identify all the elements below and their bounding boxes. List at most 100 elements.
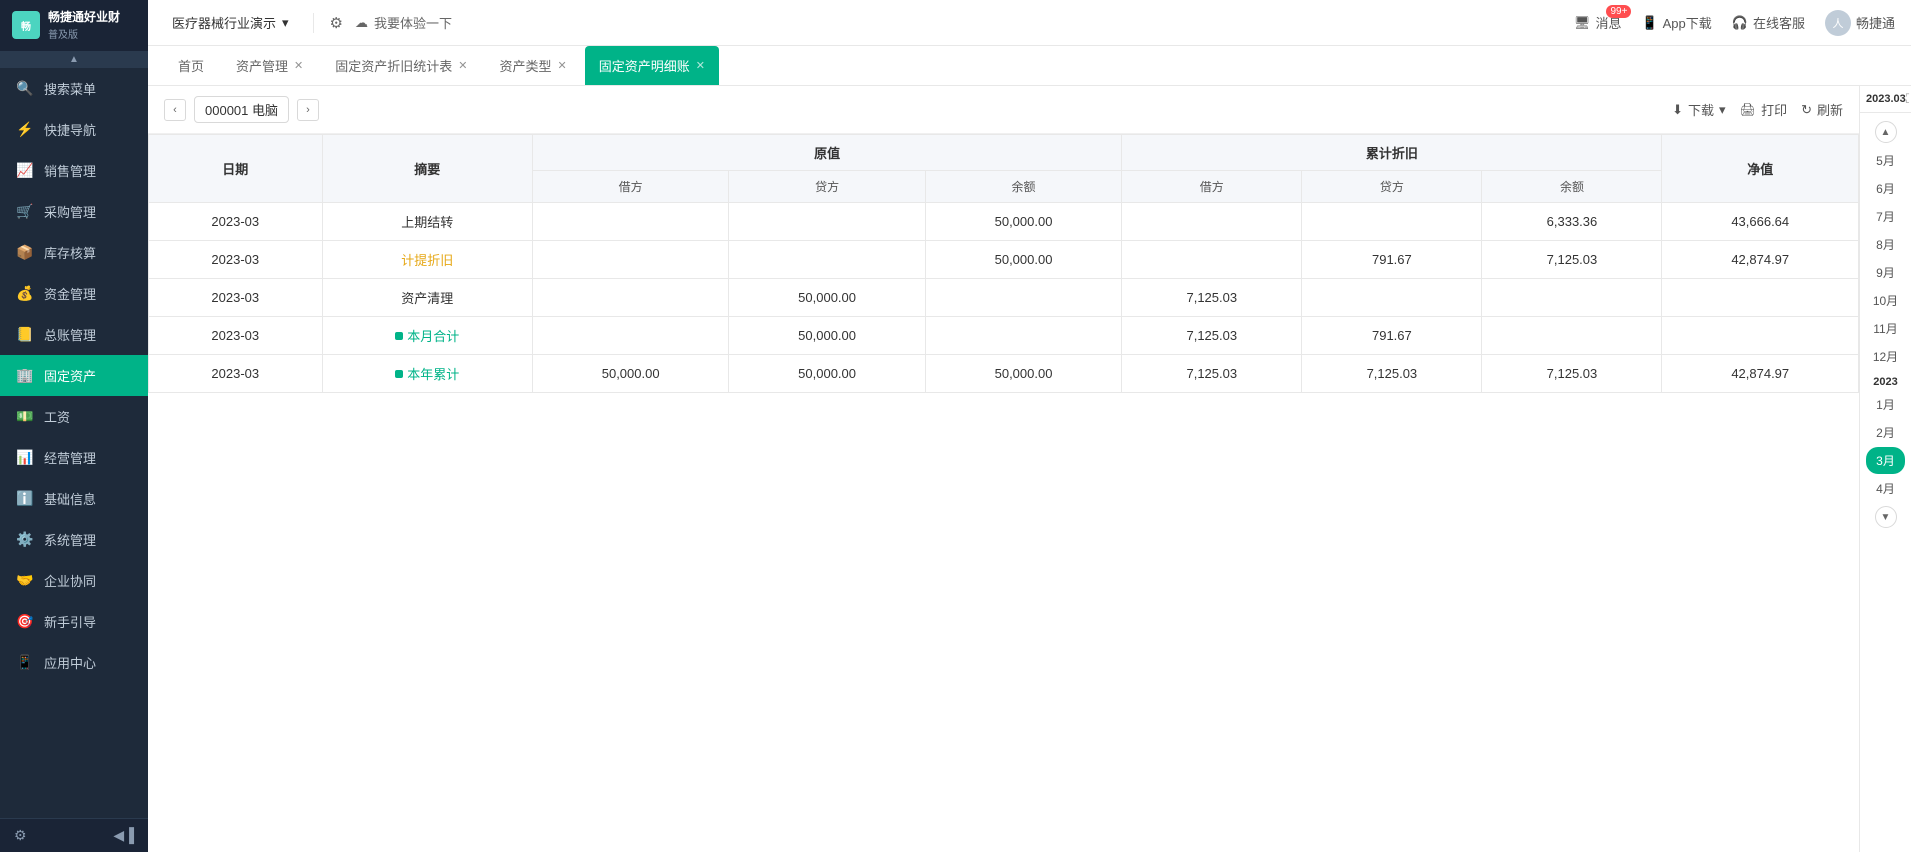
experience-label: 我要体验一下 <box>374 13 452 32</box>
notification-btn[interactable]: 🖥 消息 99+ <box>1574 13 1622 32</box>
cell-date-2: 2023-03 <box>149 279 323 317</box>
operations-icon: 📊 <box>16 448 34 466</box>
cell-accum-balance-0: 6,333.36 <box>1482 203 1662 241</box>
print-btn[interactable]: 🖨 打印 <box>1740 100 1788 119</box>
cell-accum-debit-2: 7,125.03 <box>1122 279 1302 317</box>
prev-asset-btn[interactable]: ‹ <box>164 99 186 121</box>
tab-asset-type[interactable]: 资产类型✕ <box>485 46 580 85</box>
tab-close-depreciation-table[interactable]: ✕ <box>458 59 467 72</box>
cell-orig-credit-0 <box>729 203 925 241</box>
user-menu[interactable]: 人 畅捷通 <box>1825 10 1895 36</box>
refresh-btn[interactable]: ↻ 刷新 <box>1801 100 1843 119</box>
download-toolbar-btn[interactable]: ⬇ 下载 ▾ <box>1672 100 1725 119</box>
sidebar-item-purchase[interactable]: 🛒 采购管理 <box>0 191 148 232</box>
tab-close-asset-type[interactable]: ✕ <box>558 59 567 72</box>
tab-close-asset-detail[interactable]: ✕ <box>696 59 705 72</box>
cell-summary-3: 本月合计 <box>322 317 532 355</box>
tab-asset-detail[interactable]: 固定资产明细账✕ <box>585 46 719 85</box>
sidebar-label-system: 系统管理 <box>44 530 96 549</box>
asset-code-badge: 000001 电脑 <box>194 96 289 123</box>
sidebar-item-basic-info[interactable]: ℹ️ 基础信息 <box>0 478 148 519</box>
cell-summary-2: 资产清理 <box>322 279 532 317</box>
cell-date-0: 2023-03 <box>149 203 323 241</box>
notification-badge: 99+ <box>1606 5 1631 18</box>
sidebar-label-sales: 销售管理 <box>44 161 96 180</box>
header-date: 日期 <box>149 135 323 203</box>
timeline-month-2月[interactable]: 2月 <box>1866 419 1905 446</box>
download-btn[interactable]: 📱 App下载 <box>1641 13 1711 32</box>
sidebar-item-sales[interactable]: 📈 销售管理 <box>0 150 148 191</box>
cell-orig-credit-3: 50,000.00 <box>729 317 925 355</box>
next-asset-btn[interactable]: › <box>297 99 319 121</box>
cell-summary-1[interactable]: 计提折旧 <box>322 241 532 279</box>
sidebar-item-collab[interactable]: 🤝 企业协同 <box>0 560 148 601</box>
settings-icon[interactable]: ⚙ <box>14 827 27 844</box>
timeline-month-3月[interactable]: 3月 <box>1866 447 1905 474</box>
avatar: 人 <box>1825 10 1851 36</box>
sidebar-label-search: 搜索菜单 <box>44 79 96 98</box>
timeline-nav-up[interactable]: ▲ <box>1875 121 1897 143</box>
sidebar-item-system[interactable]: ⚙️ 系统管理 <box>0 519 148 560</box>
subheader-orig-balance: 余额 <box>925 171 1121 203</box>
timeline-expand-icon[interactable]: ⛶ <box>1906 91 1911 107</box>
cell-orig-debit-1 <box>532 241 728 279</box>
notification-icon: 🖥 <box>1574 15 1591 31</box>
settings-icon[interactable]: ⚙ <box>330 14 343 32</box>
timeline-month-6月[interactable]: 6月 <box>1866 175 1905 202</box>
cell-net-value-3 <box>1662 317 1859 355</box>
tab-label-asset-mgmt: 资产管理 <box>236 56 288 75</box>
tab-home[interactable]: 首页 <box>164 46 218 85</box>
company-selector[interactable]: 医疗器械行业演示 ▾ <box>164 9 297 36</box>
sidebar-item-operations[interactable]: 📊 经营管理 <box>0 437 148 478</box>
timeline-month-4月[interactable]: 4月 <box>1866 475 1905 502</box>
table-row: 2023-03 本年累计 50,000.00 50,000.00 50,000.… <box>149 355 1859 393</box>
sidebar-item-general-ledger[interactable]: 📒 总账管理 <box>0 314 148 355</box>
company-name: 医疗器械行业演示 <box>172 13 276 32</box>
sidebar-scroll-up[interactable]: ▲ <box>0 51 148 68</box>
cell-orig-balance-3 <box>925 317 1121 355</box>
sidebar-item-payroll[interactable]: 💵 工资 <box>0 396 148 437</box>
experience-icon: ☁ <box>355 15 368 31</box>
table-row: 2023-03 资产清理 50,000.00 7,125.03 <box>149 279 1859 317</box>
sidebar-item-search[interactable]: 🔍 搜索菜单 <box>0 68 148 109</box>
tab-close-asset-mgmt[interactable]: ✕ <box>294 59 303 72</box>
data-table: 日期 摘要 原值 累计折旧 净值 借方 贷方 余额 借方 贷方 余额 <box>148 134 1859 393</box>
sidebar-item-quick-nav[interactable]: ⚡ 快捷导航 <box>0 109 148 150</box>
timeline-month-11月[interactable]: 11月 <box>1866 315 1905 342</box>
cell-accum-balance-4: 7,125.03 <box>1482 355 1662 393</box>
customer-service-btn[interactable]: 🎧 在线客服 <box>1732 13 1805 32</box>
sidebar-item-fixed-assets[interactable]: 🏢 固定资产 <box>0 355 148 396</box>
timeline-month-5月[interactable]: 5月 <box>1866 147 1905 174</box>
sidebar: 畅 畅捷通好业财 普及版 ▲ 🔍 搜索菜单 ⚡ 快捷导航 📈 销售管理 🛒 采购… <box>0 0 148 852</box>
timeline-month-12月[interactable]: 12月 <box>1866 343 1905 370</box>
experience-btn[interactable]: ☁ 我要体验一下 <box>355 13 452 32</box>
cell-accum-credit-3: 791.67 <box>1302 317 1482 355</box>
timeline-nav-down[interactable]: ▼ <box>1875 506 1897 528</box>
sidebar-item-finance[interactable]: 💰 资金管理 <box>0 273 148 314</box>
download-icon: 📱 <box>1641 15 1657 31</box>
sidebar-item-app-center[interactable]: 📱 应用中心 <box>0 642 148 683</box>
sidebar-item-guide[interactable]: 🎯 新手引导 <box>0 601 148 642</box>
timeline-month-1月[interactable]: 1月 <box>1866 391 1905 418</box>
sidebar-item-inventory[interactable]: 📦 库存核算 <box>0 232 148 273</box>
timeline-month-10月[interactable]: 10月 <box>1866 287 1905 314</box>
app-title: 畅捷通好业财 <box>48 10 136 26</box>
cell-accum-debit-1 <box>1122 241 1302 279</box>
refresh-icon: ↻ <box>1801 102 1812 118</box>
timeline-month-8月[interactable]: 8月 <box>1866 231 1905 258</box>
timeline-month-9月[interactable]: 9月 <box>1866 259 1905 286</box>
cell-date-3: 2023-03 <box>149 317 323 355</box>
timeline-month-7月[interactable]: 7月 <box>1866 203 1905 230</box>
cell-accum-credit-1: 791.67 <box>1302 241 1482 279</box>
sidebar-label-payroll: 工资 <box>44 407 70 426</box>
tab-asset-mgmt[interactable]: 资产管理 ✕ <box>222 46 317 85</box>
topbar-right: 🖥 消息 99+ 📱 App下载 🎧 在线客服 人 畅捷通 <box>1574 10 1895 36</box>
sidebar-label-collab: 企业协同 <box>44 571 96 590</box>
sidebar-bottom: ⚙ ◀▐ <box>0 818 148 852</box>
tab-depreciation-table[interactable]: 固定资产折旧统计表✕ <box>321 46 481 85</box>
cell-orig-debit-0 <box>532 203 728 241</box>
collapse-icon[interactable]: ◀▐ <box>113 827 134 844</box>
app-center-icon: 📱 <box>16 653 34 671</box>
print-icon: 🖨 <box>1740 102 1757 118</box>
cell-summary-0: 上期结转 <box>322 203 532 241</box>
